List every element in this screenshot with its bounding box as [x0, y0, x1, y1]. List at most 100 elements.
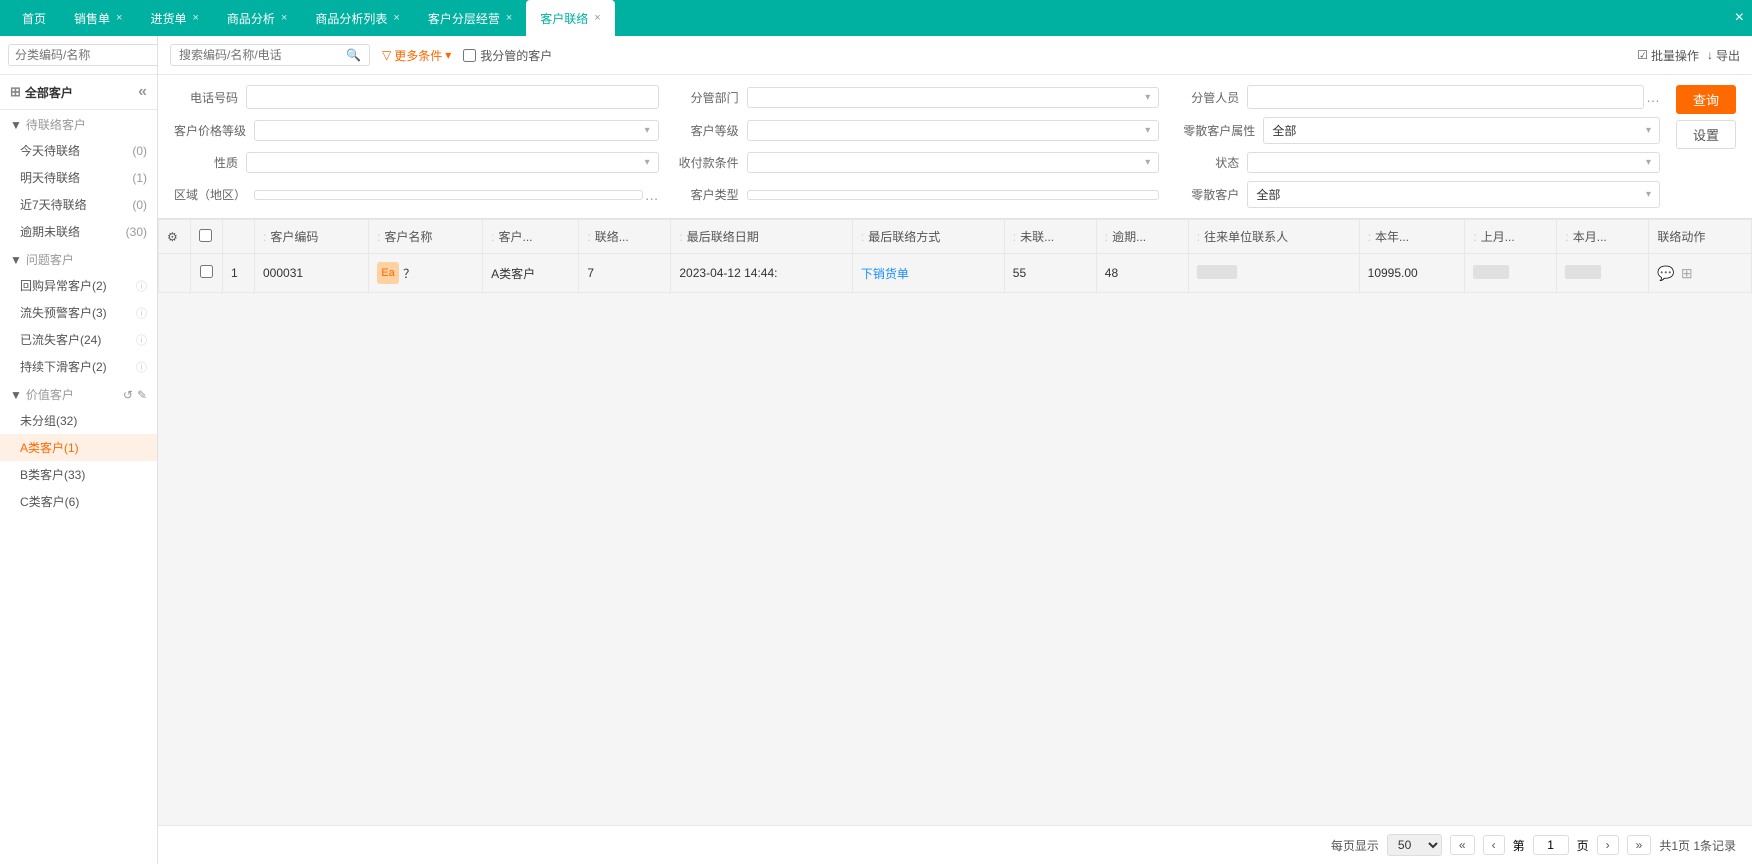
- sidebar: 🔍 ⊞ 全部客户 « ▼ 待联络客户 今天待联络 (0) 明天待联络 (1) 近…: [0, 36, 158, 864]
- person-more-btn[interactable]: …: [1646, 89, 1660, 105]
- filter-payment: 收付款条件 ▾: [675, 152, 1160, 173]
- table-select-all[interactable]: [199, 229, 212, 242]
- search-button[interactable]: 查询: [1676, 85, 1736, 114]
- filter-person: 分管人员 …: [1175, 85, 1660, 109]
- th-setting[interactable]: ⚙: [159, 220, 191, 254]
- page-total: 共1页 1条记录: [1659, 837, 1736, 854]
- th-name[interactable]: :客户名称: [369, 220, 483, 254]
- region-more-btn[interactable]: …: [645, 187, 659, 203]
- filter-search-input[interactable]: [179, 48, 342, 62]
- nav-product-list[interactable]: 商品分析列表 ×: [301, 0, 413, 36]
- info-icon-3: ⓘ: [136, 332, 147, 348]
- batch-operation-btn[interactable]: ☑ 批量操作: [1637, 47, 1699, 64]
- th-overdue[interactable]: :逾期...: [1096, 220, 1188, 254]
- my-customers-checkbox[interactable]: [463, 49, 476, 62]
- row-checkbox[interactable]: [200, 265, 213, 278]
- nav-home[interactable]: 首页: [8, 0, 60, 36]
- sidebar-item-repurchase-abnormal[interactable]: 回购异常客户(2) ⓘ: [0, 272, 157, 299]
- sidebar-item-ungrouped[interactable]: 未分组(32): [0, 407, 157, 434]
- prev-page-btn[interactable]: ‹: [1483, 835, 1505, 855]
- th-index: [223, 220, 255, 254]
- sidebar-collapse-btn[interactable]: «: [138, 83, 147, 101]
- export-btn[interactable]: ↓ 导出: [1707, 47, 1740, 64]
- page-number-input[interactable]: [1533, 835, 1569, 855]
- customer-name: ？: [403, 265, 415, 282]
- nav-product-list-close[interactable]: ×: [393, 12, 399, 24]
- nav-sales[interactable]: 销售单 ×: [60, 0, 136, 36]
- td-checkbox[interactable]: [191, 254, 223, 293]
- th-contact[interactable]: :联络...: [579, 220, 671, 254]
- th-checkbox[interactable]: [191, 220, 223, 254]
- sidebar-item-overdue[interactable]: 逾期未联络 (30): [0, 218, 157, 245]
- page-size-select[interactable]: 50 100 200: [1387, 834, 1442, 856]
- table-scroll-container[interactable]: ⚙ :客户编码 :客户名称 :客户... :联络... :最后联络日期 :最后联…: [158, 219, 1752, 825]
- pagination: 每页显示 50 100 200 « ‹ 第 页 › » 共1页 1条记录: [158, 825, 1752, 864]
- first-page-btn[interactable]: «: [1450, 835, 1475, 855]
- td-last-date: 2023-04-12 14:44:: [671, 254, 852, 293]
- th-last-month[interactable]: :上月...: [1465, 220, 1557, 254]
- filter-region-select[interactable]: [254, 190, 643, 200]
- filter-nature-select[interactable]: ▾: [246, 152, 659, 173]
- sidebar-item-week-pending[interactable]: 近7天待联络 (0): [0, 191, 157, 218]
- filter-more-btn[interactable]: ▽ 更多条件 ▾: [382, 47, 451, 64]
- th-last-method[interactable]: :最后联络方式: [852, 220, 1004, 254]
- filter-icon: ▽: [382, 48, 391, 62]
- th-this-month[interactable]: :本月...: [1557, 220, 1649, 254]
- nav-sales-close[interactable]: ×: [116, 12, 122, 24]
- td-type: A类客户: [483, 254, 579, 293]
- nav-product-analysis[interactable]: 商品分析 ×: [213, 0, 301, 36]
- sidebar-item-a-class[interactable]: A类客户(1): [0, 434, 157, 461]
- chat-action-icon[interactable]: 💬: [1657, 265, 1674, 282]
- set-button[interactable]: 设置: [1676, 120, 1736, 149]
- chevron-down-icon: ▾: [445, 48, 451, 62]
- info-icon-1: ⓘ: [136, 278, 147, 294]
- th-last-date[interactable]: :最后联络日期: [671, 220, 852, 254]
- table-settings-icon[interactable]: ⚙: [167, 230, 178, 244]
- th-this-year[interactable]: :本年...: [1359, 220, 1465, 254]
- last-page-btn[interactable]: »: [1627, 835, 1652, 855]
- close-all-tabs[interactable]: ×: [1735, 9, 1744, 27]
- nav-product-analysis-close[interactable]: ×: [281, 12, 287, 24]
- last-method-link[interactable]: 下销货单: [861, 267, 909, 281]
- filter-price-level-select[interactable]: ▾: [254, 120, 659, 141]
- refresh-icon[interactable]: ↺: [123, 388, 133, 402]
- sidebar-item-c-class[interactable]: C类客户(6): [0, 488, 157, 515]
- td-last-method[interactable]: 下销货单: [852, 254, 1004, 293]
- filter-customer-level-select[interactable]: ▾: [747, 120, 1160, 141]
- nav-customer-segment[interactable]: 客户分层经营 ×: [414, 0, 526, 36]
- th-code[interactable]: :客户编码: [255, 220, 369, 254]
- content-area: 🔍 ▽ 更多条件 ▾ 我分管的客户 ☑ 批量操作 ↓ 导出: [158, 36, 1752, 864]
- filter-search-icon[interactable]: 🔍: [346, 48, 361, 62]
- th-unit-contact[interactable]: :往来单位联系人: [1188, 220, 1359, 254]
- td-this-month: [1557, 254, 1649, 293]
- sidebar-item-churn-warning[interactable]: 流失预警客户(3) ⓘ: [0, 299, 157, 326]
- sidebar-item-churned[interactable]: 已流失客户(24) ⓘ: [0, 326, 157, 353]
- table-row: 1 000031 Ea ？ A类客户 7 2023-04-12 14:44:: [159, 254, 1752, 293]
- sidebar-item-today-pending[interactable]: 今天待联络 (0): [0, 137, 157, 164]
- filter-dept-select[interactable]: ▾: [747, 87, 1160, 108]
- sidebar-item-declining[interactable]: 持续下滑客户(2) ⓘ: [0, 353, 157, 380]
- sidebar-group-value: ▼ 价值客户 ↺ ✎: [0, 380, 157, 407]
- sidebar-search-input[interactable]: [8, 44, 158, 66]
- filter-payment-select[interactable]: ▾: [747, 152, 1160, 173]
- edit-icon[interactable]: ✎: [137, 388, 147, 402]
- my-customers-filter[interactable]: 我分管的客户: [463, 47, 552, 64]
- nav-purchase-close[interactable]: ×: [192, 12, 198, 24]
- nav-customer-segment-close[interactable]: ×: [506, 12, 512, 24]
- nav-customer-contact[interactable]: 客户联络 ×: [526, 0, 614, 36]
- filter-customer-type-select[interactable]: [747, 190, 1160, 200]
- batch-icon: ☑: [1637, 48, 1648, 62]
- sidebar-item-b-class[interactable]: B类客户(33): [0, 461, 157, 488]
- filter-scattered-attr-select[interactable]: 全部 ▾: [1263, 117, 1660, 144]
- th-not-contact[interactable]: :未联...: [1004, 220, 1096, 254]
- grid-action-icon[interactable]: ⊞: [1681, 265, 1693, 282]
- filter-person-input[interactable]: [1247, 85, 1644, 109]
- th-type[interactable]: :客户...: [483, 220, 579, 254]
- filter-status-select[interactable]: ▾: [1247, 152, 1660, 173]
- next-page-btn[interactable]: ›: [1597, 835, 1619, 855]
- filter-phone-input[interactable]: [246, 85, 659, 109]
- sidebar-item-tomorrow-pending[interactable]: 明天待联络 (1): [0, 164, 157, 191]
- nav-customer-contact-close[interactable]: ×: [594, 12, 600, 24]
- filter-scattered-select[interactable]: 全部 ▾: [1247, 181, 1660, 208]
- nav-purchase[interactable]: 进货单 ×: [136, 0, 212, 36]
